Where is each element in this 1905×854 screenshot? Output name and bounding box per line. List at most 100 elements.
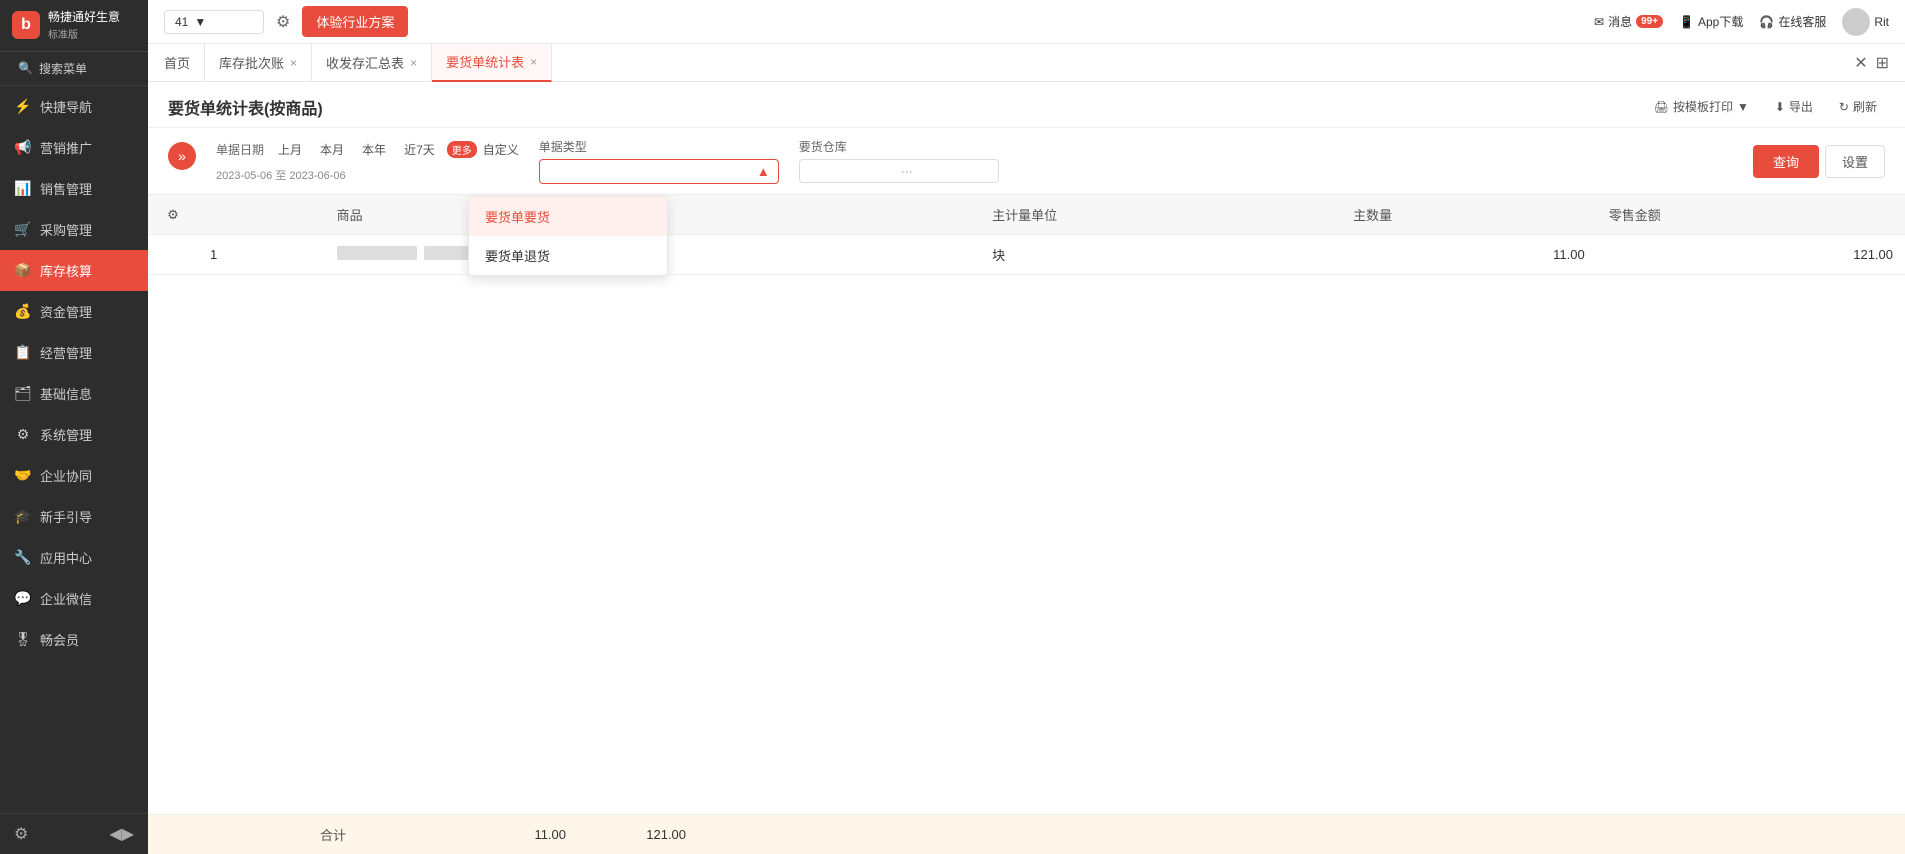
date-range-row: 2023-05-06 至 2023-06-06 — [216, 167, 519, 183]
quick-nav-icon: ⚡ — [14, 97, 32, 115]
sidebar-item-system[interactable]: ⚙ 系统管理 — [0, 414, 148, 455]
sidebar-item-purchase[interactable]: 🛒 采购管理 — [0, 209, 148, 250]
query-button[interactable]: 查询 — [1753, 145, 1819, 178]
user-profile-btn[interactable]: Rit — [1842, 8, 1889, 36]
col-qty: 主数量 — [1341, 195, 1597, 235]
sidebar-item-quick-nav[interactable]: ⚡ 快捷导航 — [0, 86, 148, 127]
marketing-icon: 📢 — [14, 138, 32, 156]
page-title: 要货单统计表(按商品) — [168, 95, 323, 119]
message-btn[interactable]: ✉ 消息 99+ — [1594, 13, 1663, 30]
sidebar: b 畅捷通好生意 标准版 🔍 搜索菜单 ⚡ 快捷导航 📢 营销推广 📊 销售管理… — [0, 0, 148, 854]
tab-expand-icon[interactable]: ⊞ — [1876, 53, 1889, 73]
filter-expand-btn[interactable]: » — [168, 142, 196, 170]
sidebar-item-enterprise[interactable]: 🤝 企业协同 — [0, 455, 148, 496]
online-service-label: 在线客服 — [1778, 13, 1826, 30]
sidebar-item-label: 快捷导航 — [40, 97, 92, 116]
sidebar-item-sales[interactable]: 📊 销售管理 — [0, 168, 148, 209]
sales-icon: 📊 — [14, 179, 32, 197]
date-7days-btn[interactable]: 近7天 — [398, 138, 441, 161]
type-filter-input-wrapper[interactable]: ▲ — [539, 159, 779, 184]
members-icon: 🎖 — [14, 630, 32, 648]
date-this-year-btn[interactable]: 本年 — [356, 138, 392, 161]
shop-name: 41 — [175, 15, 188, 29]
message-icon: ✉ — [1594, 15, 1604, 29]
sidebar-item-finance[interactable]: 💰 资金管理 — [0, 291, 148, 332]
date-filter-label: 单据日期 — [216, 141, 264, 158]
settings-icon[interactable]: ⚙ — [14, 824, 28, 844]
sidebar-item-app-center[interactable]: 🔧 应用中心 — [0, 537, 148, 578]
type-dropdown-up-icon[interactable]: ▲ — [757, 164, 770, 179]
message-badge: 99+ — [1636, 15, 1663, 28]
row-amount: 121.00 — [1597, 235, 1905, 275]
sidebar-item-label: 企业协同 — [40, 466, 92, 485]
inventory-icon: 📦 — [14, 261, 32, 279]
onboarding-icon: 🎓 — [14, 507, 32, 525]
print-template-btn[interactable]: 🖨 按模板打印 ▼ — [1646, 94, 1757, 119]
sidebar-item-operations[interactable]: 📋 经营管理 — [0, 332, 148, 373]
sidebar-item-marketing[interactable]: 📢 营销推广 — [0, 127, 148, 168]
top-header: 41 ▼ ⚙ 体验行业方案 ✉ 消息 99+ 📱 App下载 🎧 在线客服 R — [148, 0, 1905, 44]
header-left: 41 ▼ ⚙ 体验行业方案 — [164, 6, 408, 37]
finance-icon: 💰 — [14, 302, 32, 320]
app-download-btn[interactable]: 📱 App下载 — [1679, 13, 1743, 30]
logo-icon: b — [12, 11, 40, 39]
warehouse-filter-group: 要货仓库 ··· — [799, 138, 999, 183]
sidebar-item-label: 应用中心 — [40, 548, 92, 567]
sidebar-item-label: 营销推广 — [40, 138, 92, 157]
tab-requisition-stat-close[interactable]: × — [530, 55, 537, 69]
sidebar-item-basic-info[interactable]: 🗂 基础信息 — [0, 373, 148, 414]
online-service-btn[interactable]: 🎧 在线客服 — [1759, 13, 1826, 30]
type-filter-input[interactable] — [548, 165, 753, 179]
tab-inventory-batch-close[interactable]: × — [290, 56, 297, 70]
sidebar-item-label: 企业微信 — [40, 589, 92, 608]
warehouse-more-icon[interactable]: ··· — [901, 164, 990, 178]
tab-home[interactable]: 首页 — [164, 44, 205, 82]
app-version: 标准版 — [48, 26, 120, 41]
sidebar-item-members[interactable]: 🎖 畅会员 — [0, 619, 148, 660]
tab-requisition-stat[interactable]: 要货单统计表 × — [432, 44, 552, 82]
page-actions: 🖨 按模板打印 ▼ ⬇ 导出 ↻ 刷新 — [1646, 94, 1885, 119]
tab-receive-summary-close[interactable]: × — [410, 56, 417, 70]
tab-requisition-stat-label: 要货单统计表 — [446, 52, 524, 71]
date-custom-btn[interactable]: 自定义 — [483, 141, 519, 158]
sidebar-item-onboarding[interactable]: 🎓 新手引导 — [0, 496, 148, 537]
tab-inventory-batch[interactable]: 库存批次账 × — [205, 44, 312, 82]
print-dropdown-icon: ▼ — [1737, 100, 1749, 114]
sidebar-item-label: 资金管理 — [40, 302, 92, 321]
col-amount: 零售金额 — [1597, 195, 1905, 235]
export-btn[interactable]: ⬇ 导出 — [1767, 94, 1821, 119]
main-area: 41 ▼ ⚙ 体验行业方案 ✉ 消息 99+ 📱 App下载 🎧 在线客服 R — [148, 0, 1905, 854]
refresh-btn[interactable]: ↻ 刷新 — [1831, 94, 1885, 119]
trial-button[interactable]: 体验行业方案 — [302, 6, 408, 37]
header-settings-icon[interactable]: ⚙ — [276, 12, 290, 32]
message-label: 消息 — [1608, 13, 1632, 30]
user-name: Rit — [1874, 15, 1889, 29]
row-qty: 11.00 — [1341, 235, 1597, 275]
tab-receive-summary[interactable]: 收发存汇总表 × — [312, 44, 432, 82]
col-settings[interactable]: ⚙ — [148, 195, 198, 235]
dropdown-item-requisition[interactable]: 要货单要货 — [469, 197, 667, 236]
sidebar-nav: ⚡ 快捷导航 📢 营销推广 📊 销售管理 🛒 采购管理 📦 库存核算 💰 资金管… — [0, 86, 148, 813]
service-icon: 🎧 — [1759, 15, 1774, 29]
content-area: 要货单统计表(按商品) 🖨 按模板打印 ▼ ⬇ 导出 ↻ 刷新 » — [148, 82, 1905, 854]
warehouse-filter-input-wrapper[interactable]: ··· — [799, 159, 999, 183]
table-wrapper: ⚙ 商品 主计量单位 主数量 零售金额 1 — [148, 195, 1905, 814]
sidebar-item-label: 基础信息 — [40, 384, 92, 403]
sidebar-item-wechat[interactable]: 💬 企业微信 — [0, 578, 148, 619]
app-logo: b 畅捷通好生意 标准版 — [0, 0, 148, 52]
tab-close-all-icon[interactable]: ✕ — [1854, 53, 1867, 73]
shop-selector[interactable]: 41 ▼ — [164, 10, 264, 34]
settings-button[interactable]: 设置 — [1825, 145, 1885, 178]
date-prev-month-btn[interactable]: 上月 — [272, 138, 308, 161]
dropdown-item-return[interactable]: 要货单退货 — [469, 236, 667, 275]
date-more-badge[interactable]: 更多 — [447, 141, 477, 158]
tab-inventory-batch-label: 库存批次账 — [219, 53, 284, 72]
sidebar-item-inventory[interactable]: 📦 库存核算 — [0, 250, 148, 291]
enterprise-icon: 🤝 — [14, 466, 32, 484]
sidebar-item-label: 畅会员 — [40, 630, 79, 649]
search-menu[interactable]: 🔍 搜索菜单 — [0, 52, 148, 86]
date-this-month-btn[interactable]: 本月 — [314, 138, 350, 161]
tab-bar: 首页 库存批次账 × 收发存汇总表 × 要货单统计表 × ✕ ⊞ — [148, 44, 1905, 82]
collapse-icon[interactable]: ◀▶ — [109, 824, 134, 844]
refresh-label: 刷新 — [1853, 98, 1877, 115]
